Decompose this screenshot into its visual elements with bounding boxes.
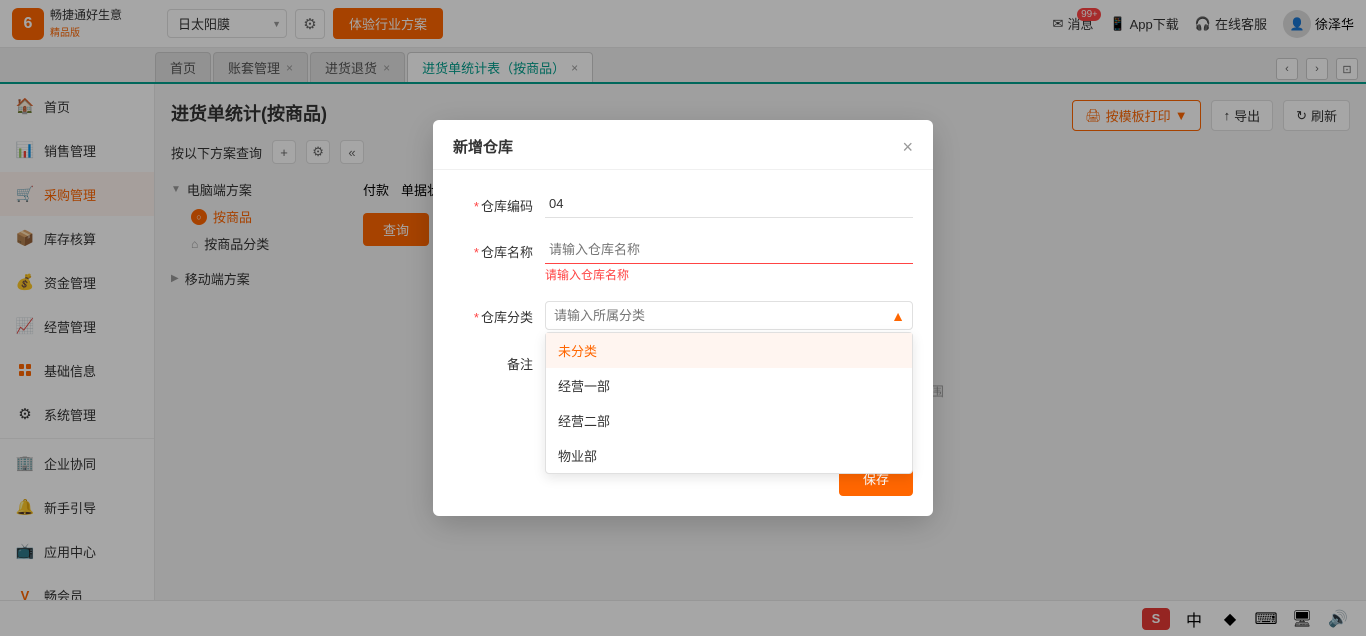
form-row-code: *仓库编码 [453,190,913,218]
dialog-header: 新增仓库 × [433,120,933,170]
category-label: *仓库分类 [453,301,533,326]
dropdown-item-ops2[interactable]: 经营二部 [546,403,912,438]
code-input[interactable] [545,190,913,218]
dialog-title: 新增仓库 [453,136,513,157]
dropdown-item-unclassified[interactable]: 未分类 [546,333,912,368]
new-warehouse-dialog: 新增仓库 × *仓库编码 *仓库名称 请输入仓库名称 [433,120,933,516]
category-dropdown: 未分类 经营一部 经营二部 物业部 [545,332,913,474]
code-label: *仓库编码 [453,190,533,215]
name-input-wrap: 请输入仓库名称 [545,236,913,283]
note-label: 备注 [453,348,533,373]
name-input[interactable] [545,236,913,264]
form-row-name: *仓库名称 请输入仓库名称 [453,236,913,283]
category-input[interactable] [545,301,913,330]
name-label: *仓库名称 [453,236,533,261]
dialog-body: *仓库编码 *仓库名称 请输入仓库名称 *仓库分类 [433,170,933,449]
dropdown-item-ops1[interactable]: 经营一部 [546,368,912,403]
form-row-category: *仓库分类 ▲ 未分类 经营一部 经营二部 物业部 [453,301,913,330]
dialog-close-btn[interactable]: × [902,138,913,156]
name-error-msg: 请输入仓库名称 [545,266,913,283]
code-input-wrap [545,190,913,218]
category-input-wrap: ▲ 未分类 经营一部 经营二部 物业部 [545,301,913,330]
modal-overlay: 新增仓库 × *仓库编码 *仓库名称 请输入仓库名称 [0,0,1366,636]
category-toggle-btn[interactable]: ▲ [891,308,905,324]
dropdown-item-property[interactable]: 物业部 [546,438,912,473]
